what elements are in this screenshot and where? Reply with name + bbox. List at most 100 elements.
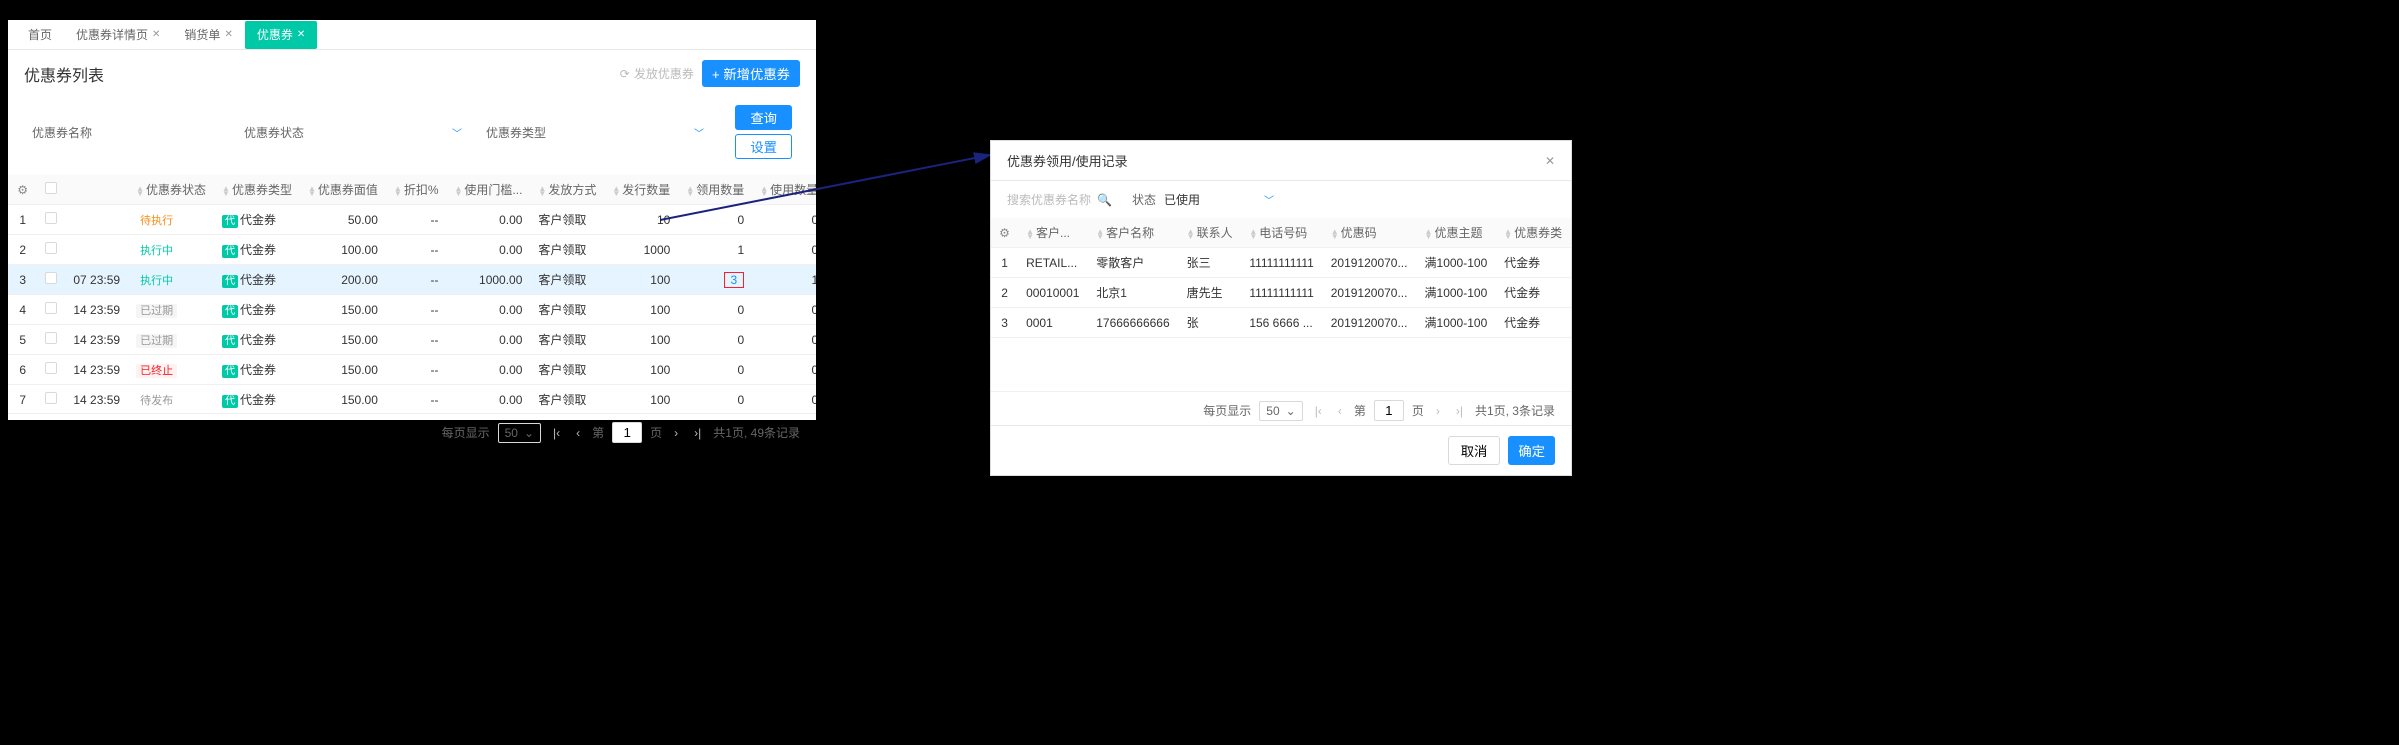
per-page-select[interactable]: 50⌄: [1259, 401, 1302, 421]
tab-coupon-detail[interactable]: 优惠券详情页✕: [64, 21, 172, 49]
customer-name: 17666666666: [1088, 308, 1178, 338]
row-checkbox[interactable]: [45, 302, 57, 314]
select-all-checkbox[interactable]: [45, 182, 57, 194]
last-page-button[interactable]: ›|: [1452, 404, 1467, 418]
col-header[interactable]: ▲▼优惠券类型: [214, 175, 300, 205]
close-icon[interactable]: ✕: [152, 29, 160, 40]
per-page-select[interactable]: 50⌄: [498, 423, 541, 443]
page-input[interactable]: [612, 422, 642, 443]
settings-button[interactable]: 设置: [735, 134, 792, 159]
tab-label: 优惠券: [257, 26, 293, 43]
table-row[interactable]: 3000117666666666张156 6666 ...2019120070.…: [991, 308, 1571, 338]
first-page-button[interactable]: |‹: [549, 426, 564, 440]
table-row[interactable]: 1RETAIL...零散客户张三111111111112019120070...…: [991, 248, 1571, 278]
row-checkbox[interactable]: [45, 332, 57, 344]
table-row[interactable]: 714 23:59待发布代代金券150.00--0.00客户领取10000↗▦: [8, 385, 816, 414]
col-header[interactable]: ▲▼优惠码: [1323, 218, 1417, 248]
use-count: 0: [752, 235, 816, 265]
table-row[interactable]: 1待执行代代金券50.00--0.00客户领取1000↗▦: [8, 205, 816, 235]
status-select[interactable]: ﹀: [312, 125, 462, 140]
table-row[interactable]: 514 23:59已过期代代金券150.00--0.00客户领取10000↗▦: [8, 325, 816, 355]
modal-status-select[interactable]: 已使用 ﹀: [1164, 191, 1274, 208]
threshold: 0.00: [446, 295, 530, 325]
last-page-button[interactable]: ›|: [690, 426, 705, 440]
col-header[interactable]: ▲▼优惠券类: [1496, 218, 1571, 248]
status-badge: 执行中: [136, 244, 177, 258]
cancel-button[interactable]: 取消: [1448, 436, 1501, 465]
claim-count: 0: [678, 325, 752, 355]
face-value: 150.00: [300, 385, 386, 414]
value: 50: [505, 426, 518, 440]
col-header[interactable]: ▲▼联系人: [1179, 218, 1242, 248]
distribute-coupon-button[interactable]: ⟳ 发放优惠券: [620, 65, 694, 82]
prev-page-button[interactable]: ‹: [572, 426, 584, 440]
discount: --: [386, 295, 447, 325]
filter-buttons: 查询 设置: [735, 105, 792, 159]
search-box[interactable]: 搜索优惠券名称 🔍: [1007, 191, 1112, 208]
row-checkbox[interactable]: [45, 242, 57, 254]
col-header[interactable]: ▲▼发行数量: [604, 175, 678, 205]
row-number: 6: [8, 355, 37, 385]
tab-home[interactable]: 首页: [16, 21, 64, 49]
close-icon[interactable]: ✕: [224, 29, 232, 40]
face-value: 100.00: [300, 235, 386, 265]
threshold: 0.00: [446, 325, 530, 355]
issue-count: 100: [604, 325, 678, 355]
table-row[interactable]: 414 23:59已过期代代金券150.00--0.00客户领取10000↗▦: [8, 295, 816, 325]
add-coupon-button[interactable]: + 新增优惠券: [702, 60, 800, 87]
col-header[interactable]: ▲▼发放方式: [530, 175, 604, 205]
page-input[interactable]: [1374, 400, 1404, 421]
prev-page-button[interactable]: ‹: [1334, 404, 1346, 418]
close-icon[interactable]: ✕: [297, 29, 305, 40]
col-header[interactable]: ▲▼使用数量: [752, 175, 816, 205]
table-row[interactable]: 307 23:59执行中代代金券200.00--1000.00客户领取10031…: [8, 265, 816, 295]
col-header[interactable]: ▲▼电话号码: [1241, 218, 1322, 248]
col-header[interactable]: ▲▼折扣%: [386, 175, 447, 205]
contact: 唐先生: [1179, 278, 1242, 308]
tab-coupon[interactable]: 优惠券 ✕: [245, 21, 317, 49]
row-checkbox[interactable]: [45, 212, 57, 224]
row-checkbox[interactable]: [45, 362, 57, 374]
face-value: 200.00: [300, 265, 386, 295]
col-header[interactable]: ▲▼客户名称: [1088, 218, 1178, 248]
issue-count: 100: [604, 355, 678, 385]
type-badge: 代: [222, 395, 238, 408]
table-row[interactable]: 614 23:59已终止代代金券150.00--0.00客户领取10000↗▦: [8, 355, 816, 385]
tab-sales[interactable]: 销货单✕: [172, 21, 244, 49]
col-header[interactable]: ▲▼客户...: [1018, 218, 1088, 248]
discount: --: [386, 355, 447, 385]
next-page-button[interactable]: ›: [670, 426, 682, 440]
type-badge: 代: [222, 305, 238, 318]
row-number: 5: [8, 325, 37, 355]
col-header[interactable]: ▲▼使用门槛...: [446, 175, 530, 205]
row-checkbox[interactable]: [45, 272, 57, 284]
col-header[interactable]: ▲▼领用数量: [678, 175, 752, 205]
gear-icon[interactable]: ⚙: [999, 226, 1010, 240]
coupon-name-input[interactable]: [100, 124, 220, 140]
type-badge: 代: [222, 365, 238, 378]
row-number: 2: [8, 235, 37, 265]
issue-count: 1000: [604, 235, 678, 265]
table-wrap: ⚙ ▲▼优惠券状态▲▼优惠券类型▲▼优惠券面值▲▼折扣%▲▼使用门槛...▲▼发放…: [8, 175, 816, 413]
type-select[interactable]: ﹀: [554, 125, 704, 140]
close-icon[interactable]: ✕: [1545, 154, 1555, 168]
search-icon: 🔍: [1097, 193, 1112, 207]
gear-icon[interactable]: ⚙: [17, 183, 28, 197]
confirm-button[interactable]: 确定: [1508, 436, 1555, 465]
col-header[interactable]: ▲▼优惠券面值: [300, 175, 386, 205]
query-button[interactable]: 查询: [735, 105, 792, 130]
label: 页: [650, 424, 662, 441]
col-header[interactable]: ▲▼优惠券状态: [128, 175, 214, 205]
next-page-button[interactable]: ›: [1432, 404, 1444, 418]
table-row[interactable]: 2执行中代代金券100.00--0.00客户领取100010↗▦: [8, 235, 816, 265]
first-page-button[interactable]: |‹: [1311, 404, 1326, 418]
contact: 张三: [1179, 248, 1242, 278]
usage-record-modal: 优惠券领用/使用记录 ✕ 搜索优惠券名称 🔍 状态 已使用 ﹀ ⚙▲▼客户...…: [990, 140, 1572, 476]
method: 客户领取: [530, 355, 604, 385]
row-checkbox[interactable]: [45, 392, 57, 404]
claim-count-link[interactable]: 3: [724, 272, 745, 288]
label: 发放优惠券: [634, 65, 694, 82]
col-header[interactable]: ▲▼优惠主题: [1417, 218, 1497, 248]
customer-code: RETAIL...: [1018, 248, 1088, 278]
table-row[interactable]: 200010001北京1唐先生111111111112019120070...满…: [991, 278, 1571, 308]
